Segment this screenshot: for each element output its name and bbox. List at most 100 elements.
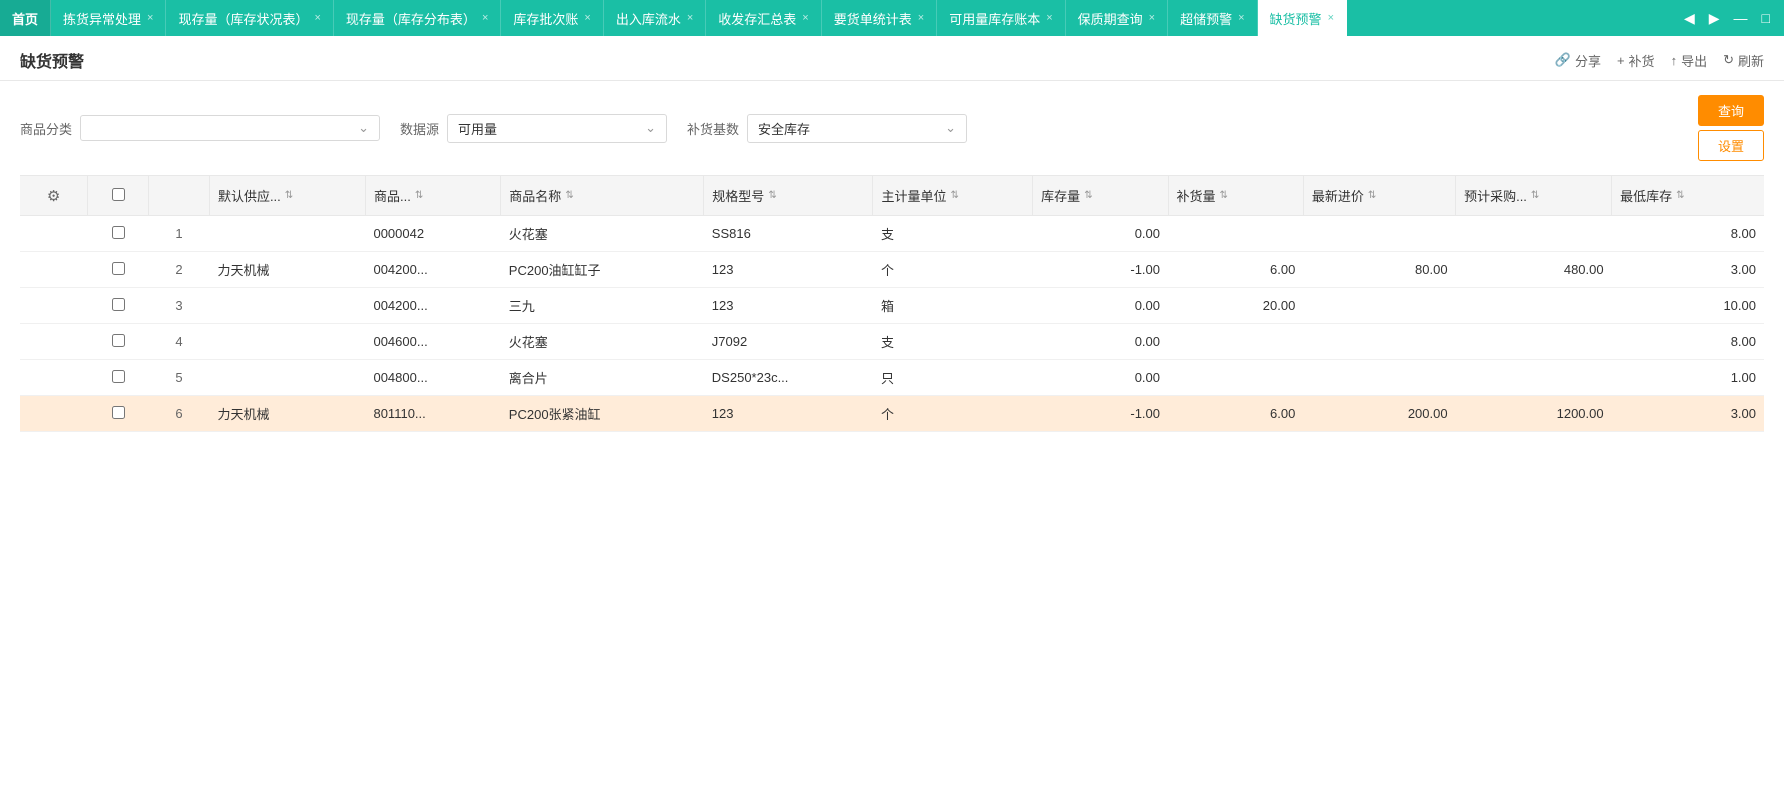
nav-tab-inventory-batch[interactable]: 库存批次账 × <box>501 0 603 36</box>
gear-icon[interactable]: ⚙ <box>47 188 60 205</box>
th-stock[interactable]: 库存量 ⇅ <box>1033 176 1168 216</box>
th-replenish[interactable]: 补货量 ⇅ <box>1168 176 1303 216</box>
sort-icon[interactable]: ⇅ <box>1368 190 1376 201</box>
th-supplier-label: 默认供应... <box>218 186 281 205</box>
close-icon[interactable]: × <box>918 12 924 24</box>
close-icon[interactable]: × <box>1328 12 1334 24</box>
nav-tab-inventory-dist[interactable]: 现存量（库存分布表） × <box>334 0 501 36</box>
row-code: 004800... <box>365 360 500 396</box>
export-button[interactable]: ↑ 导出 <box>1671 51 1708 70</box>
chevron-down-icon: ⌄ <box>945 120 956 136</box>
datasource-select[interactable]: 可用量 ⌄ <box>447 114 667 143</box>
th-price[interactable]: 最新进价 ⇅ <box>1303 176 1455 216</box>
sort-icon[interactable]: ⇅ <box>1084 190 1092 201</box>
nav-tab-collect-summary[interactable]: 收发存汇总表 × <box>706 0 821 36</box>
replenish-base-select[interactable]: 安全库存 ⌄ <box>747 114 967 143</box>
sort-icon[interactable]: ⇅ <box>285 190 293 201</box>
nav-tab-home[interactable]: 首页 <box>0 0 51 36</box>
row-stock: 0.00 <box>1033 216 1168 252</box>
row-checkbox[interactable] <box>112 262 125 275</box>
row-settings <box>20 360 88 396</box>
share-button[interactable]: 🔗 分享 <box>1555 51 1601 70</box>
close-icon[interactable]: × <box>584 12 590 24</box>
th-settings[interactable]: ⚙ <box>20 176 88 216</box>
close-icon[interactable]: × <box>482 12 488 24</box>
select-all-checkbox[interactable] <box>112 188 125 201</box>
row-price: 80.00 <box>1303 252 1455 288</box>
header-actions: 🔗 分享 + 补货 ↑ 导出 ↻ 刷新 <box>1555 51 1764 70</box>
row-replenish <box>1168 360 1303 396</box>
close-icon[interactable]: × <box>314 12 320 24</box>
row-checkbox-cell[interactable] <box>88 324 149 360</box>
nav-tab-expiry-query[interactable]: 保质期查询 × <box>1066 0 1168 36</box>
nav-next-button[interactable]: ▶ <box>1703 6 1726 31</box>
sort-icon[interactable]: ⇅ <box>1220 190 1228 201</box>
close-icon[interactable]: × <box>1238 12 1244 24</box>
row-index: 2 <box>149 252 210 288</box>
th-code[interactable]: 商品... ⇅ <box>365 176 500 216</box>
th-supplier[interactable]: 默认供应... ⇅ <box>209 176 365 216</box>
sort-icon[interactable]: ⇅ <box>1531 190 1539 201</box>
tab-label: 拣货异常处理 <box>63 9 141 28</box>
row-estimate <box>1456 360 1612 396</box>
nav-maximize-button[interactable]: □ <box>1756 6 1776 30</box>
row-checkbox[interactable] <box>112 406 125 419</box>
nav-tab-pick-exception[interactable]: 拣货异常处理 × <box>51 0 166 36</box>
th-spec-label: 规格型号 <box>712 186 764 205</box>
th-estimate[interactable]: 预计采购... ⇅ <box>1456 176 1612 216</box>
row-spec: 123 <box>704 288 873 324</box>
category-select[interactable]: ⌄ <box>80 115 380 141</box>
row-checkbox-cell[interactable] <box>88 360 149 396</box>
th-estimate-label: 预计采购... <box>1464 186 1527 205</box>
th-spec[interactable]: 规格型号 ⇅ <box>704 176 873 216</box>
close-icon[interactable]: × <box>687 12 693 24</box>
row-checkbox[interactable] <box>112 226 125 239</box>
th-unit[interactable]: 主计量单位 ⇅ <box>873 176 1033 216</box>
nav-tab-stockout-warning[interactable]: 缺货预警 × <box>1258 0 1347 36</box>
replenish-label: 补货 <box>1629 51 1655 70</box>
row-checkbox[interactable] <box>112 334 125 347</box>
table-row: 2 力天机械 004200... PC200油缸缸子 123 个 -1.00 6… <box>20 252 1764 288</box>
nav-minimize-button[interactable]: — <box>1728 6 1754 30</box>
nav-tab-order-stats[interactable]: 要货单统计表 × <box>822 0 937 36</box>
tab-label: 可用量库存账本 <box>949 9 1040 28</box>
close-icon[interactable]: × <box>147 12 153 24</box>
row-spec: DS250*23c... <box>704 360 873 396</box>
row-stock: 0.00 <box>1033 360 1168 396</box>
row-spec: 123 <box>704 396 873 432</box>
sort-icon[interactable]: ⇅ <box>1676 190 1684 201</box>
query-button[interactable]: 查询 <box>1698 95 1764 126</box>
sort-icon[interactable]: ⇅ <box>415 190 423 201</box>
replenish-button[interactable]: + 补货 <box>1617 51 1655 70</box>
close-icon[interactable]: × <box>1149 12 1155 24</box>
th-check[interactable] <box>88 176 149 216</box>
close-icon[interactable]: × <box>1046 12 1052 24</box>
row-checkbox-cell[interactable] <box>88 288 149 324</box>
sort-icon[interactable]: ⇅ <box>768 190 776 201</box>
row-estimate <box>1456 288 1612 324</box>
refresh-button[interactable]: ↻ 刷新 <box>1723 51 1764 70</box>
th-minstock[interactable]: 最低库存 ⇅ <box>1612 176 1764 216</box>
table-row: 4 004600... 火花塞 J7092 支 0.00 8.00 <box>20 324 1764 360</box>
row-checkbox[interactable] <box>112 370 125 383</box>
nav-controls: ◀ ▶ — □ <box>1670 6 1784 31</box>
nav-tab-available-ledger[interactable]: 可用量库存账本 × <box>937 0 1065 36</box>
nav-tab-inventory-status[interactable]: 现存量（库存状况表） × <box>166 0 333 36</box>
row-checkbox-cell[interactable] <box>88 396 149 432</box>
nav-tab-inout-flow[interactable]: 出入库流水 × <box>604 0 706 36</box>
th-name[interactable]: 商品名称 ⇅ <box>501 176 704 216</box>
close-icon[interactable]: × <box>802 12 808 24</box>
sort-icon[interactable]: ⇅ <box>950 190 958 201</box>
datasource-filter: 数据源 可用量 ⌄ <box>400 114 667 143</box>
row-supplier <box>209 360 365 396</box>
row-checkbox[interactable] <box>112 298 125 311</box>
settings-button[interactable]: 设置 <box>1698 130 1764 161</box>
nav-prev-button[interactable]: ◀ <box>1678 6 1701 31</box>
nav-tab-overstock-warning[interactable]: 超储预警 × <box>1168 0 1257 36</box>
row-checkbox-cell[interactable] <box>88 252 149 288</box>
datasource-value: 可用量 <box>458 119 497 138</box>
row-checkbox-cell[interactable] <box>88 216 149 252</box>
row-replenish: 6.00 <box>1168 396 1303 432</box>
row-settings <box>20 324 88 360</box>
sort-icon[interactable]: ⇅ <box>565 190 573 201</box>
